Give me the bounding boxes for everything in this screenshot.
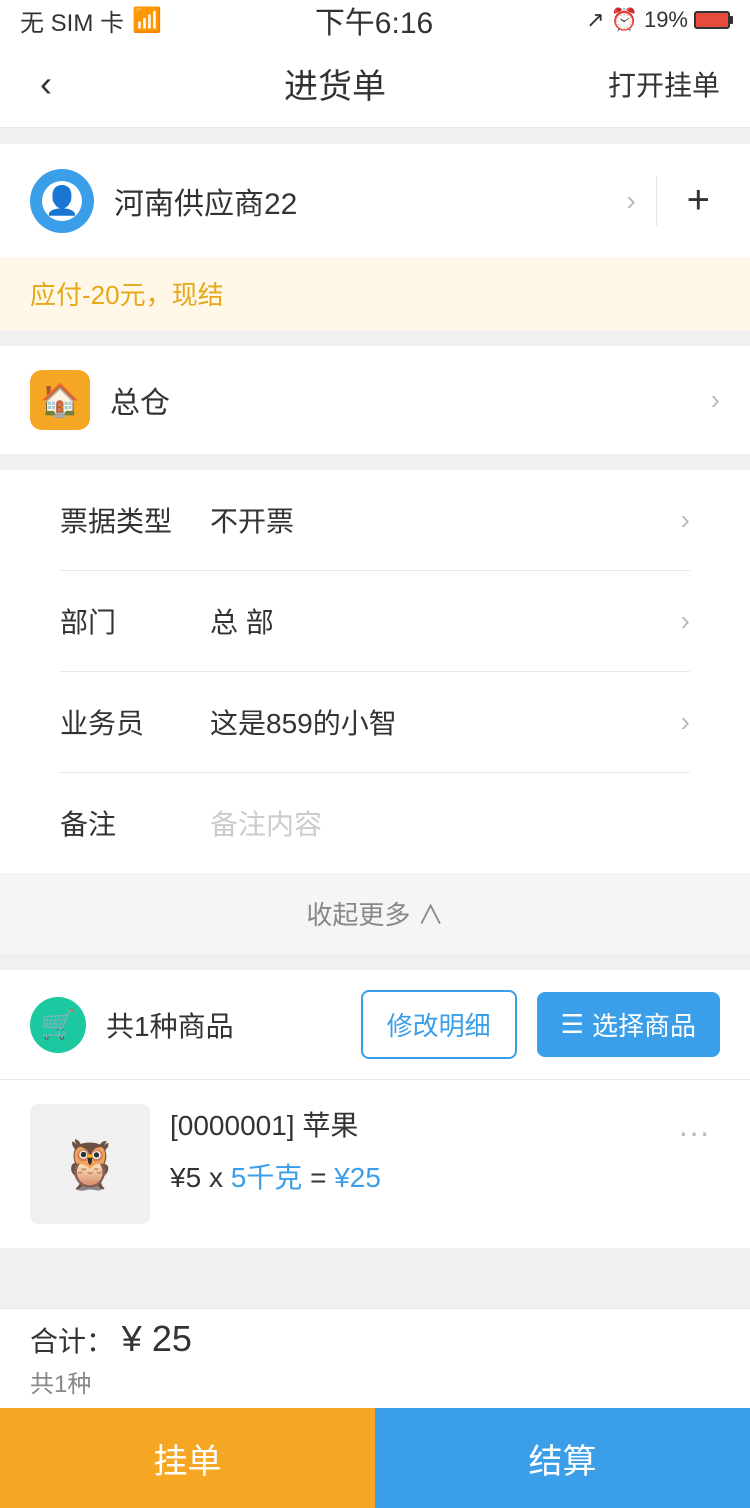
avatar-inner: 👤 bbox=[42, 181, 82, 221]
add-button[interactable]: + bbox=[677, 168, 720, 233]
cart-icon: 🛒 bbox=[41, 1008, 76, 1041]
department-row[interactable]: 部门 总 部 › bbox=[30, 571, 720, 671]
department-value: 总 部 bbox=[180, 601, 671, 641]
summary-total: ¥ 25 bbox=[122, 1318, 192, 1359]
supplier-chevron-icon: › bbox=[626, 185, 635, 217]
product-name: [0000001] 苹果 bbox=[170, 1104, 648, 1144]
summary-total-row: 合计： ¥ 25 bbox=[30, 1318, 192, 1360]
product-info: [0000001] 苹果 ¥5 x 5千克 = ¥25 bbox=[170, 1104, 648, 1196]
product-item: 🦉 [0000001] 苹果 ¥5 x 5千克 = ¥25 ··· bbox=[0, 1080, 750, 1248]
remark-label: 备注 bbox=[60, 803, 180, 843]
product-price: ¥5 x 5千克 = ¥25 bbox=[170, 1156, 648, 1196]
separator-4 bbox=[0, 954, 750, 970]
separator-2 bbox=[0, 330, 750, 346]
unit-price: ¥5 bbox=[170, 1162, 201, 1193]
separator-1 bbox=[0, 128, 750, 144]
warehouse-chevron-icon: › bbox=[711, 384, 720, 416]
product-thumb-icon: 🦉 bbox=[60, 1136, 120, 1193]
notice-bar: 应付-20元，现结 bbox=[0, 257, 750, 330]
select-product-button[interactable]: ☰ 选择商品 bbox=[537, 992, 720, 1057]
salesperson-label: 业务员 bbox=[60, 702, 180, 742]
nav-bar: ‹ 进货单 打开挂单 bbox=[0, 40, 750, 128]
products-header: 🛒 共1种商品 修改明细 ☰ 选择商品 bbox=[0, 970, 750, 1079]
separator-3 bbox=[0, 454, 750, 470]
invoice-type-section: 票据类型 不开票 › 部门 总 部 › 业务员 这是859的小智 › 备注 备注… bbox=[0, 470, 750, 873]
salesperson-chevron-icon: › bbox=[681, 706, 690, 738]
battery-percent: 19% bbox=[644, 7, 688, 33]
total-price: ¥25 bbox=[334, 1162, 381, 1193]
warehouse-name: 总仓 bbox=[110, 378, 701, 422]
no-sim-label: 无 SIM 卡 bbox=[20, 3, 124, 38]
supplier-avatar: 👤 bbox=[30, 169, 94, 233]
status-bar: 无 SIM 卡 📶 下午6:16 ↗ ⏰ 19% bbox=[0, 0, 750, 40]
quantity: 5千克 bbox=[231, 1162, 303, 1193]
content-spacer bbox=[0, 1248, 750, 1308]
battery-icon bbox=[694, 11, 730, 29]
hang-button[interactable]: 挂单 bbox=[0, 1408, 375, 1508]
salesperson-row[interactable]: 业务员 这是859的小智 › bbox=[30, 672, 720, 772]
remark-input[interactable]: 备注内容 bbox=[180, 803, 690, 843]
home-icon: 🏠 bbox=[40, 381, 80, 419]
warehouse-icon: 🏠 bbox=[30, 370, 90, 430]
invoice-type-row[interactable]: 票据类型 不开票 › bbox=[30, 470, 720, 570]
summary-sub: 共1种 bbox=[30, 1364, 192, 1399]
divider bbox=[656, 176, 657, 226]
supplier-name: 河南供应商22 bbox=[114, 179, 616, 223]
summary-label: 合计： bbox=[30, 1326, 114, 1357]
alarm-icon: ⏰ bbox=[611, 7, 638, 33]
bottom-summary: 合计： ¥ 25 共1种 bbox=[0, 1308, 750, 1408]
status-left: 无 SIM 卡 📶 bbox=[20, 3, 162, 38]
select-icon: ☰ bbox=[561, 1009, 584, 1040]
product-thumbnail: 🦉 bbox=[30, 1104, 150, 1224]
product-more-button[interactable]: ··· bbox=[668, 1104, 720, 1161]
status-right: ↗ ⏰ 19% bbox=[586, 7, 730, 33]
supplier-row[interactable]: 👤 河南供应商22 › + bbox=[30, 144, 720, 257]
warehouse-row[interactable]: 🏠 总仓 › bbox=[0, 346, 750, 454]
status-time: 下午6:16 bbox=[315, 0, 433, 42]
edit-detail-button[interactable]: 修改明细 bbox=[361, 990, 517, 1059]
department-label: 部门 bbox=[60, 601, 180, 641]
invoice-type-label: 票据类型 bbox=[60, 500, 180, 540]
settle-button[interactable]: 结算 bbox=[375, 1408, 750, 1508]
multiply-sign: x bbox=[209, 1162, 231, 1193]
products-count: 共1种商品 bbox=[106, 1005, 341, 1045]
person-icon: 👤 bbox=[45, 184, 80, 217]
products-icon: 🛒 bbox=[30, 997, 86, 1053]
supplier-section: 👤 河南供应商22 › + bbox=[0, 144, 750, 257]
open-hang-button[interactable]: 打开挂单 bbox=[608, 64, 720, 104]
remark-row[interactable]: 备注 备注内容 bbox=[30, 773, 720, 873]
page-title: 进货单 bbox=[284, 59, 386, 108]
back-button[interactable]: ‹ bbox=[30, 53, 62, 115]
invoice-type-value: 不开票 bbox=[180, 500, 671, 540]
wifi-icon: 📶 bbox=[132, 6, 162, 35]
location-icon: ↗ bbox=[586, 7, 604, 33]
summary-info: 合计： ¥ 25 共1种 bbox=[30, 1318, 192, 1399]
collapse-bar[interactable]: 收起更多 ∧ bbox=[0, 873, 750, 954]
invoice-type-chevron-icon: › bbox=[681, 504, 690, 536]
salesperson-value: 这是859的小智 bbox=[180, 702, 671, 742]
department-chevron-icon: › bbox=[681, 605, 690, 637]
bottom-actions: 挂单 结算 bbox=[0, 1408, 750, 1508]
equals-sign: = bbox=[310, 1162, 334, 1193]
